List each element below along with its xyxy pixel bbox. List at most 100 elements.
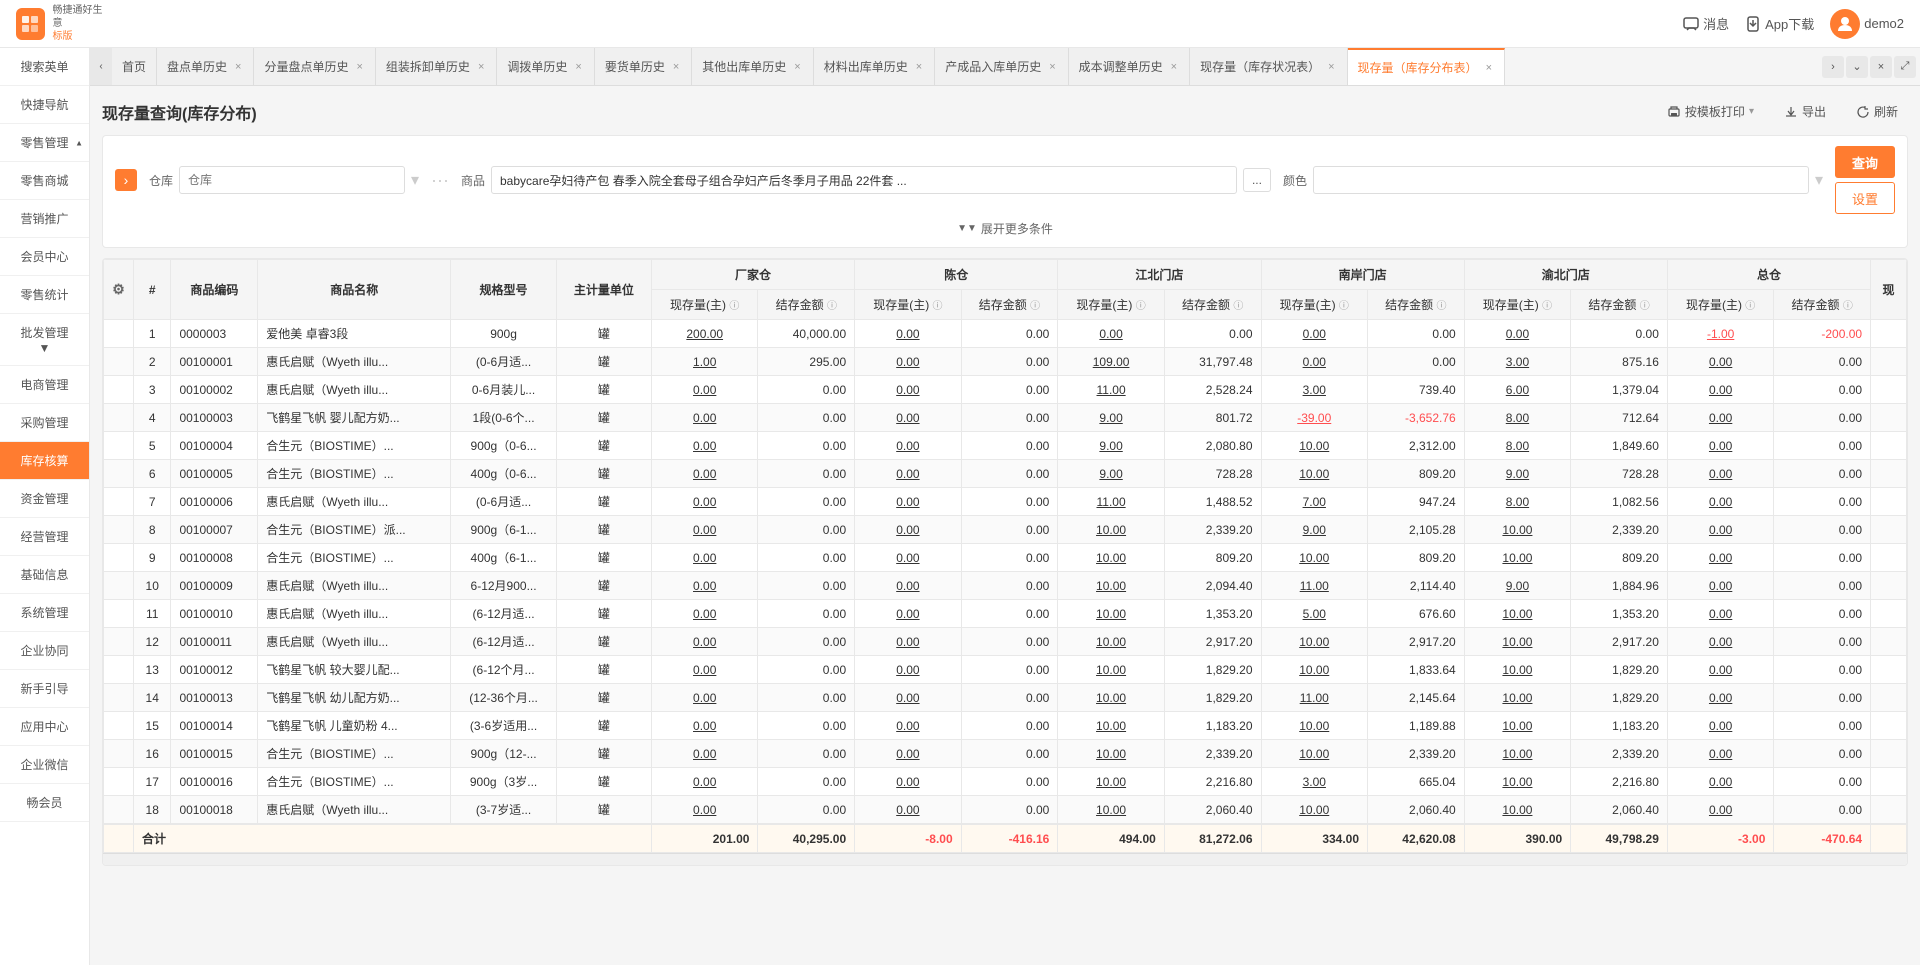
sidebar-item-system[interactable]: 系统管理 xyxy=(0,594,89,632)
row-fc-qty[interactable]: 0.00 xyxy=(651,432,758,460)
row-cs-qty[interactable]: 0.00 xyxy=(855,600,962,628)
row-yb-qty[interactable]: 10.00 xyxy=(1464,796,1571,825)
row-total-qty[interactable]: 0.00 xyxy=(1667,600,1774,628)
row-total-qty[interactable]: 0.00 xyxy=(1667,404,1774,432)
sidebar-item-purchase[interactable]: 采购管理 xyxy=(0,404,89,442)
sidebar-item-operations[interactable]: 经营管理 xyxy=(0,518,89,556)
row-yb-qty[interactable]: 10.00 xyxy=(1464,740,1571,768)
product-input[interactable] xyxy=(491,166,1237,194)
sidebar-item-member2[interactable]: 畅会员 xyxy=(0,784,89,822)
tab-close-5[interactable]: × xyxy=(671,59,681,75)
print-btn[interactable]: 按模板打印 ▾ xyxy=(1657,98,1764,125)
row-cs-qty[interactable]: 0.00 xyxy=(855,712,962,740)
row-yb-qty[interactable]: 0.00 xyxy=(1464,320,1571,348)
tab-close-6[interactable]: × xyxy=(792,59,802,75)
tab-close-1[interactable]: × xyxy=(233,59,243,75)
row-na-qty[interactable]: 10.00 xyxy=(1261,628,1368,656)
row-fc-qty[interactable]: 0.00 xyxy=(651,796,758,825)
row-fc-qty[interactable]: 0.00 xyxy=(651,684,758,712)
tab-material-out[interactable]: 材料出库单历史 × xyxy=(814,48,935,86)
sidebar-item-quicknav[interactable]: 快捷导航 xyxy=(0,86,89,124)
row-yb-qty[interactable]: 10.00 xyxy=(1464,516,1571,544)
row-yb-qty[interactable]: 10.00 xyxy=(1464,656,1571,684)
tab-prev-btn[interactable]: ‹ xyxy=(90,48,112,86)
row-na-qty[interactable]: 0.00 xyxy=(1261,320,1368,348)
tab-requisition[interactable]: 要货单历史 × xyxy=(595,48,692,86)
row-fc-qty[interactable]: 0.00 xyxy=(651,572,758,600)
row-jb-qty[interactable]: 9.00 xyxy=(1058,404,1165,432)
row-yb-qty[interactable]: 10.00 xyxy=(1464,544,1571,572)
row-jb-qty[interactable]: 10.00 xyxy=(1058,768,1165,796)
tab-close-4[interactable]: × xyxy=(573,59,583,75)
row-cs-qty[interactable]: 0.00 xyxy=(855,684,962,712)
row-na-qty[interactable]: 10.00 xyxy=(1261,544,1368,572)
row-na-qty[interactable]: 5.00 xyxy=(1261,600,1368,628)
row-cs-qty[interactable]: 0.00 xyxy=(855,796,962,825)
row-fc-qty[interactable]: 0.00 xyxy=(651,712,758,740)
fc-amt-info[interactable]: ⓘ xyxy=(827,301,837,312)
row-jb-qty[interactable]: 9.00 xyxy=(1058,432,1165,460)
row-jb-qty[interactable]: 10.00 xyxy=(1058,628,1165,656)
row-total-qty[interactable]: 0.00 xyxy=(1667,740,1774,768)
row-fc-qty[interactable]: 0.00 xyxy=(651,768,758,796)
row-jb-qty[interactable]: 10.00 xyxy=(1058,544,1165,572)
row-jb-qty[interactable]: 109.00 xyxy=(1058,348,1165,376)
row-total-qty[interactable]: 0.00 xyxy=(1667,460,1774,488)
table-settings-icon[interactable]: ⚙ xyxy=(112,281,125,297)
expand-conditions-btn[interactable]: ▼▼ 展开更多条件 xyxy=(957,220,1053,237)
row-cs-qty[interactable]: 0.00 xyxy=(855,740,962,768)
sidebar-item-collab[interactable]: 企业协同 xyxy=(0,632,89,670)
tab-close-9[interactable]: × xyxy=(1169,59,1179,75)
row-fc-qty[interactable]: 0.00 xyxy=(651,488,758,516)
row-yb-qty[interactable]: 8.00 xyxy=(1464,432,1571,460)
row-yb-qty[interactable]: 10.00 xyxy=(1464,684,1571,712)
row-na-qty[interactable]: 10.00 xyxy=(1261,712,1368,740)
row-cs-qty[interactable]: 0.00 xyxy=(855,432,962,460)
row-fc-qty[interactable]: 0.00 xyxy=(651,600,758,628)
row-fc-qty[interactable]: 0.00 xyxy=(651,656,758,684)
row-cs-qty[interactable]: 0.00 xyxy=(855,320,962,348)
row-na-qty[interactable]: 11.00 xyxy=(1261,572,1368,600)
row-cs-qty[interactable]: 0.00 xyxy=(855,768,962,796)
row-na-qty[interactable]: 7.00 xyxy=(1261,488,1368,516)
query-btn[interactable]: 查询 xyxy=(1835,146,1895,178)
row-na-qty[interactable]: 0.00 xyxy=(1261,348,1368,376)
tab-close-11[interactable]: × xyxy=(1484,60,1494,76)
row-yb-qty[interactable]: 6.00 xyxy=(1464,376,1571,404)
row-total-qty[interactable]: 0.00 xyxy=(1667,684,1774,712)
row-yb-qty[interactable]: 8.00 xyxy=(1464,488,1571,516)
cs-qty-info[interactable]: ⓘ xyxy=(933,301,943,312)
tab-close-3[interactable]: × xyxy=(476,59,486,75)
tab-fullscreen-btn[interactable]: ⤢ xyxy=(1894,56,1916,78)
app-download-btn[interactable]: App下载 xyxy=(1745,14,1814,33)
yb-qty-info[interactable]: ⓘ xyxy=(1542,301,1552,312)
row-na-qty[interactable]: 9.00 xyxy=(1261,516,1368,544)
warehouse-input[interactable] xyxy=(179,166,405,194)
row-na-qty[interactable]: 3.00 xyxy=(1261,376,1368,404)
row-fc-qty[interactable]: 0.00 xyxy=(651,628,758,656)
na-amt-info[interactable]: ⓘ xyxy=(1437,301,1447,312)
tab-stock-status[interactable]: 现存量（库存状况表） × xyxy=(1190,48,1347,86)
row-na-qty[interactable]: 10.00 xyxy=(1261,460,1368,488)
tab-home[interactable]: 首页 xyxy=(112,48,157,86)
row-yb-qty[interactable]: 10.00 xyxy=(1464,712,1571,740)
tab-close-7[interactable]: × xyxy=(914,59,924,75)
row-yb-qty[interactable]: 10.00 xyxy=(1464,600,1571,628)
sidebar-item-member[interactable]: 会员中心 xyxy=(0,238,89,276)
row-jb-qty[interactable]: 10.00 xyxy=(1058,684,1165,712)
sidebar-item-search[interactable]: 搜索英单 xyxy=(0,48,89,86)
row-total-qty[interactable]: 0.00 xyxy=(1667,348,1774,376)
sidebar-item-finance[interactable]: 资金管理 xyxy=(0,480,89,518)
row-cs-qty[interactable]: 0.00 xyxy=(855,460,962,488)
row-total-qty[interactable]: 0.00 xyxy=(1667,488,1774,516)
row-na-qty[interactable]: 10.00 xyxy=(1261,432,1368,460)
tab-more-btn[interactable]: ⌄ xyxy=(1846,56,1868,78)
color-input[interactable] xyxy=(1313,166,1809,194)
sidebar-item-ecommerce[interactable]: 电商管理 xyxy=(0,366,89,404)
tab-transfer[interactable]: 调拨单历史 × xyxy=(497,48,594,86)
row-total-qty[interactable]: 0.00 xyxy=(1667,432,1774,460)
tab-next-btn[interactable]: › xyxy=(1822,56,1844,78)
sidebar-item-wechat[interactable]: 企业微信 xyxy=(0,746,89,784)
row-fc-qty[interactable]: 1.00 xyxy=(651,348,758,376)
jb-qty-info[interactable]: ⓘ xyxy=(1136,301,1146,312)
